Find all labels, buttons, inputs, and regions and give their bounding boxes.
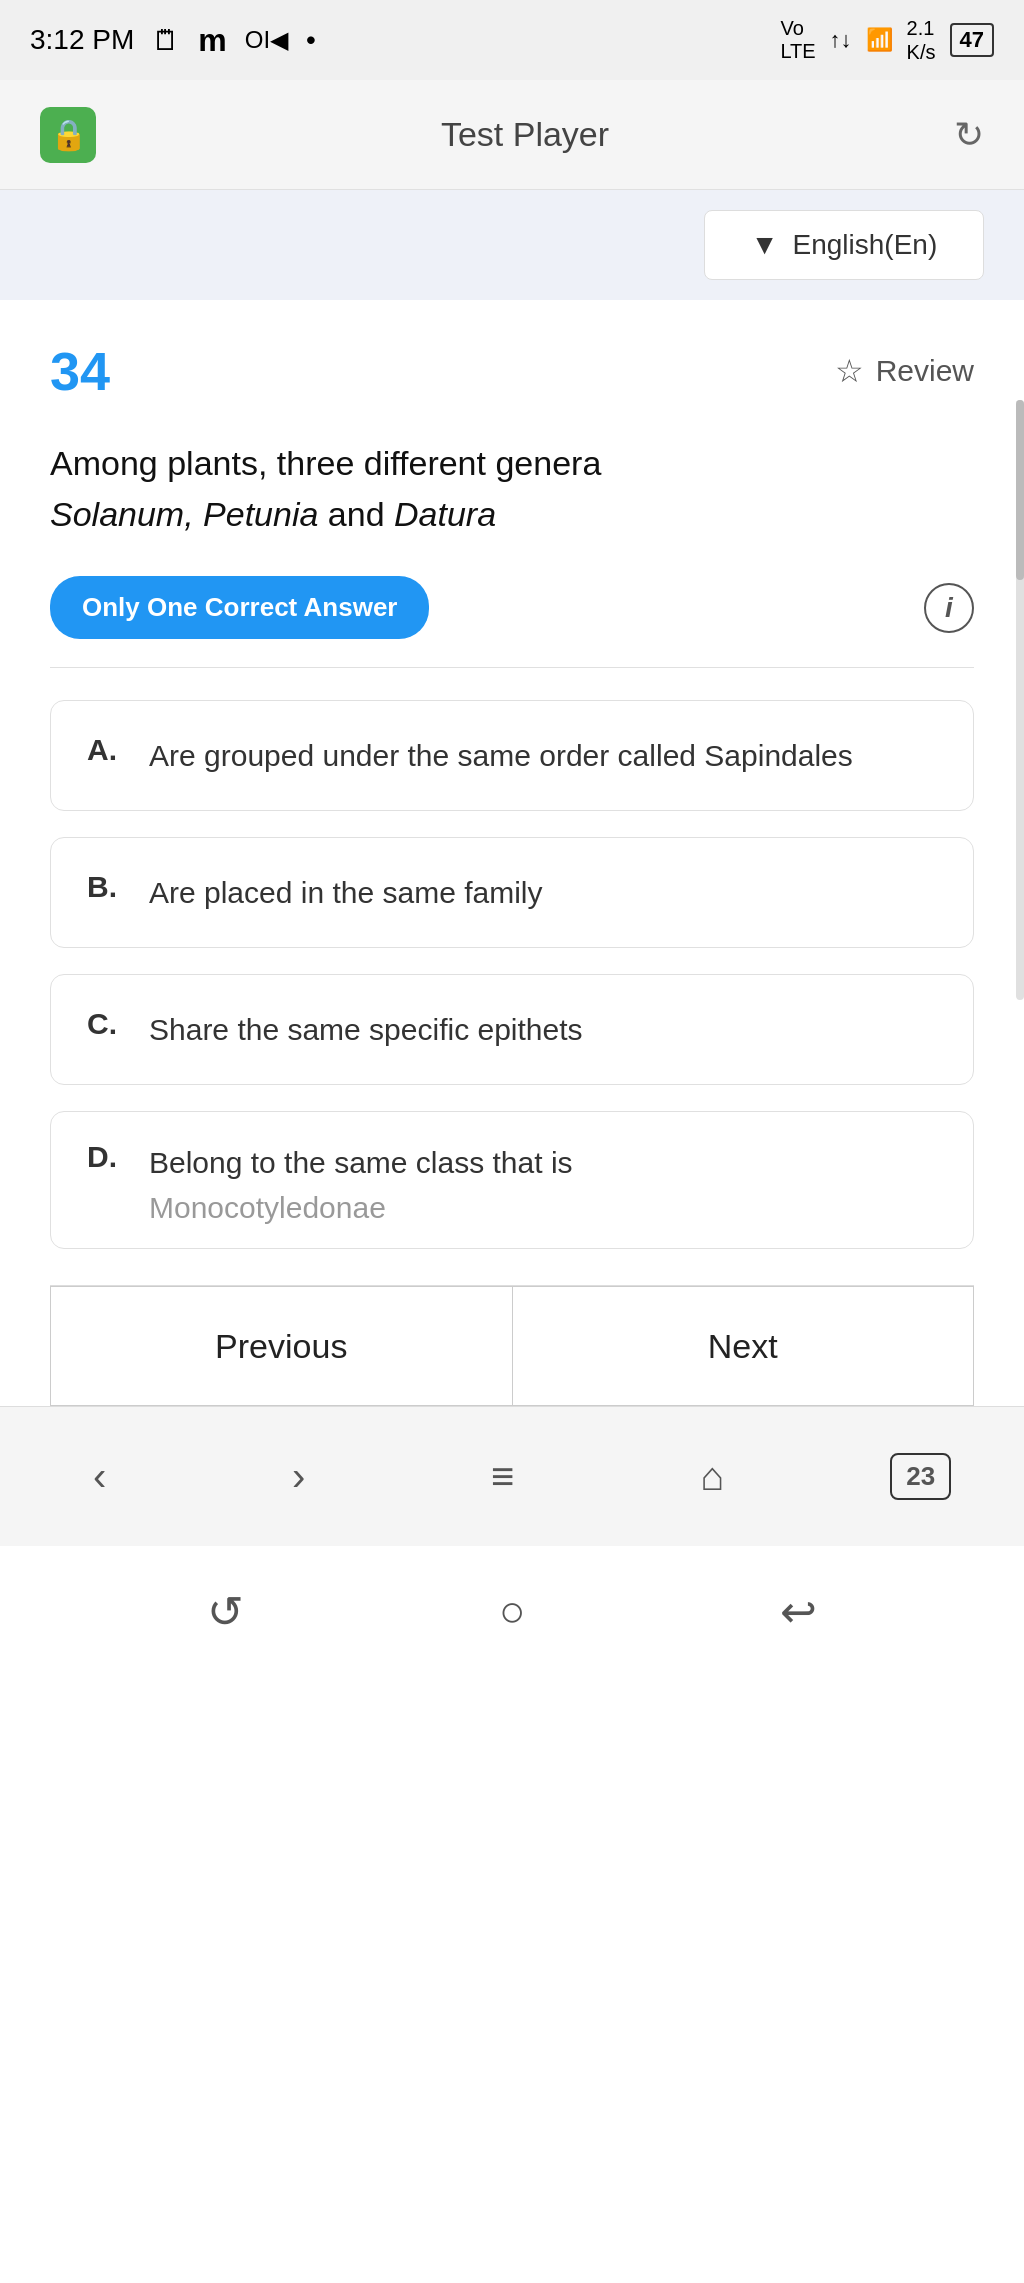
option-a-label: A.: [87, 733, 123, 767]
tabs-button[interactable]: 23: [890, 1453, 951, 1500]
status-left: 3:12 PM 🗒 m OI◀ •: [30, 22, 316, 59]
option-b-label: B.: [87, 870, 123, 904]
gesture-home-icon: ○: [499, 1586, 526, 1636]
option-a[interactable]: A. Are grouped under the same order call…: [50, 700, 974, 811]
status-right: VoLTE ↑↓ 📶 2.1K/s 47: [780, 16, 994, 64]
back-button[interactable]: ‹: [73, 1444, 126, 1509]
time-display: 3:12 PM: [30, 24, 134, 56]
scroll-indicator: [1016, 400, 1024, 1000]
forward-icon: ›: [292, 1454, 305, 1499]
main-content: 34 ☆ Review Among plants, three differen…: [0, 300, 1024, 1406]
vo-lte-icon: VoLTE: [780, 17, 815, 63]
chevron-down-icon: ▼: [751, 229, 779, 261]
question-number: 34: [50, 340, 110, 402]
badge-row: Only One Correct Answer i: [50, 576, 974, 639]
info-icon[interactable]: i: [924, 583, 974, 633]
question-italic: Solanum, Petunia: [50, 495, 328, 533]
options-list: A. Are grouped under the same order call…: [50, 700, 974, 1249]
option-c-text: Share the same specific epithets: [149, 1007, 583, 1052]
navigation-buttons: Previous Next: [50, 1285, 974, 1406]
network-bars: 📶: [866, 27, 893, 53]
sim-icon: 🗒: [152, 24, 180, 57]
back-icon: ‹: [93, 1454, 106, 1499]
option-b[interactable]: B. Are placed in the same family: [50, 837, 974, 948]
question-header: 34 ☆ Review: [50, 340, 974, 402]
option-d-text: Belong to the same class that isMonocoty…: [149, 1140, 573, 1230]
forward-button[interactable]: ›: [272, 1444, 325, 1509]
home-button[interactable]: ⌂: [680, 1444, 744, 1509]
lock-icon: 🔒: [40, 107, 96, 163]
option-d[interactable]: D. Belong to the same class that isMonoc…: [50, 1111, 974, 1249]
gesture-back-icon: ↩: [780, 1586, 817, 1637]
option-c-label: C.: [87, 1007, 123, 1041]
star-icon: ☆: [835, 352, 864, 390]
scroll-thumb: [1016, 400, 1024, 580]
option-c[interactable]: C. Share the same specific epithets: [50, 974, 974, 1085]
previous-button[interactable]: Previous: [50, 1286, 512, 1406]
tabs-count: 23: [906, 1461, 935, 1492]
option-d-label: D.: [87, 1140, 123, 1174]
top-bar: 🔒 Test Player ↻: [0, 80, 1024, 190]
menu-button[interactable]: ≡: [471, 1444, 534, 1509]
option-a-text: Are grouped under the same order called …: [149, 733, 853, 778]
answer-type-badge: Only One Correct Answer: [50, 576, 429, 639]
home-icon: ⌂: [700, 1454, 724, 1499]
status-bar: 3:12 PM 🗒 m OI◀ • VoLTE ↑↓ 📶 2.1K/s 47: [0, 0, 1024, 80]
battery-display: 47: [950, 23, 994, 57]
signal-icon: ↑↓: [830, 27, 852, 53]
divider: [50, 667, 974, 668]
question-italic2: Datura: [394, 495, 496, 533]
question-text: Among plants, three different genera Sol…: [50, 438, 974, 540]
android-nav-bar: ‹ › ≡ ⌂ 23: [0, 1406, 1024, 1546]
menu-icon: ≡: [491, 1454, 514, 1499]
dot-icon: •: [306, 24, 316, 56]
language-bar: ▼ English(En): [0, 190, 1024, 300]
review-label: Review: [876, 354, 974, 388]
next-button[interactable]: Next: [512, 1286, 975, 1406]
language-dropdown[interactable]: ▼ English(En): [704, 210, 984, 280]
app-title: Test Player: [441, 115, 609, 154]
review-button[interactable]: ☆ Review: [835, 352, 974, 390]
gesture-bar: ↺ ○ ↩: [0, 1546, 1024, 1676]
language-label: English(En): [792, 229, 937, 261]
call-icon: OI◀: [245, 26, 288, 54]
gesture-reload-icon: ↺: [207, 1586, 244, 1637]
app-icon-m: m: [198, 22, 226, 59]
reload-icon[interactable]: ↻: [954, 114, 984, 156]
option-b-text: Are placed in the same family: [149, 870, 543, 915]
speed-label: 2.1K/s: [907, 16, 936, 64]
